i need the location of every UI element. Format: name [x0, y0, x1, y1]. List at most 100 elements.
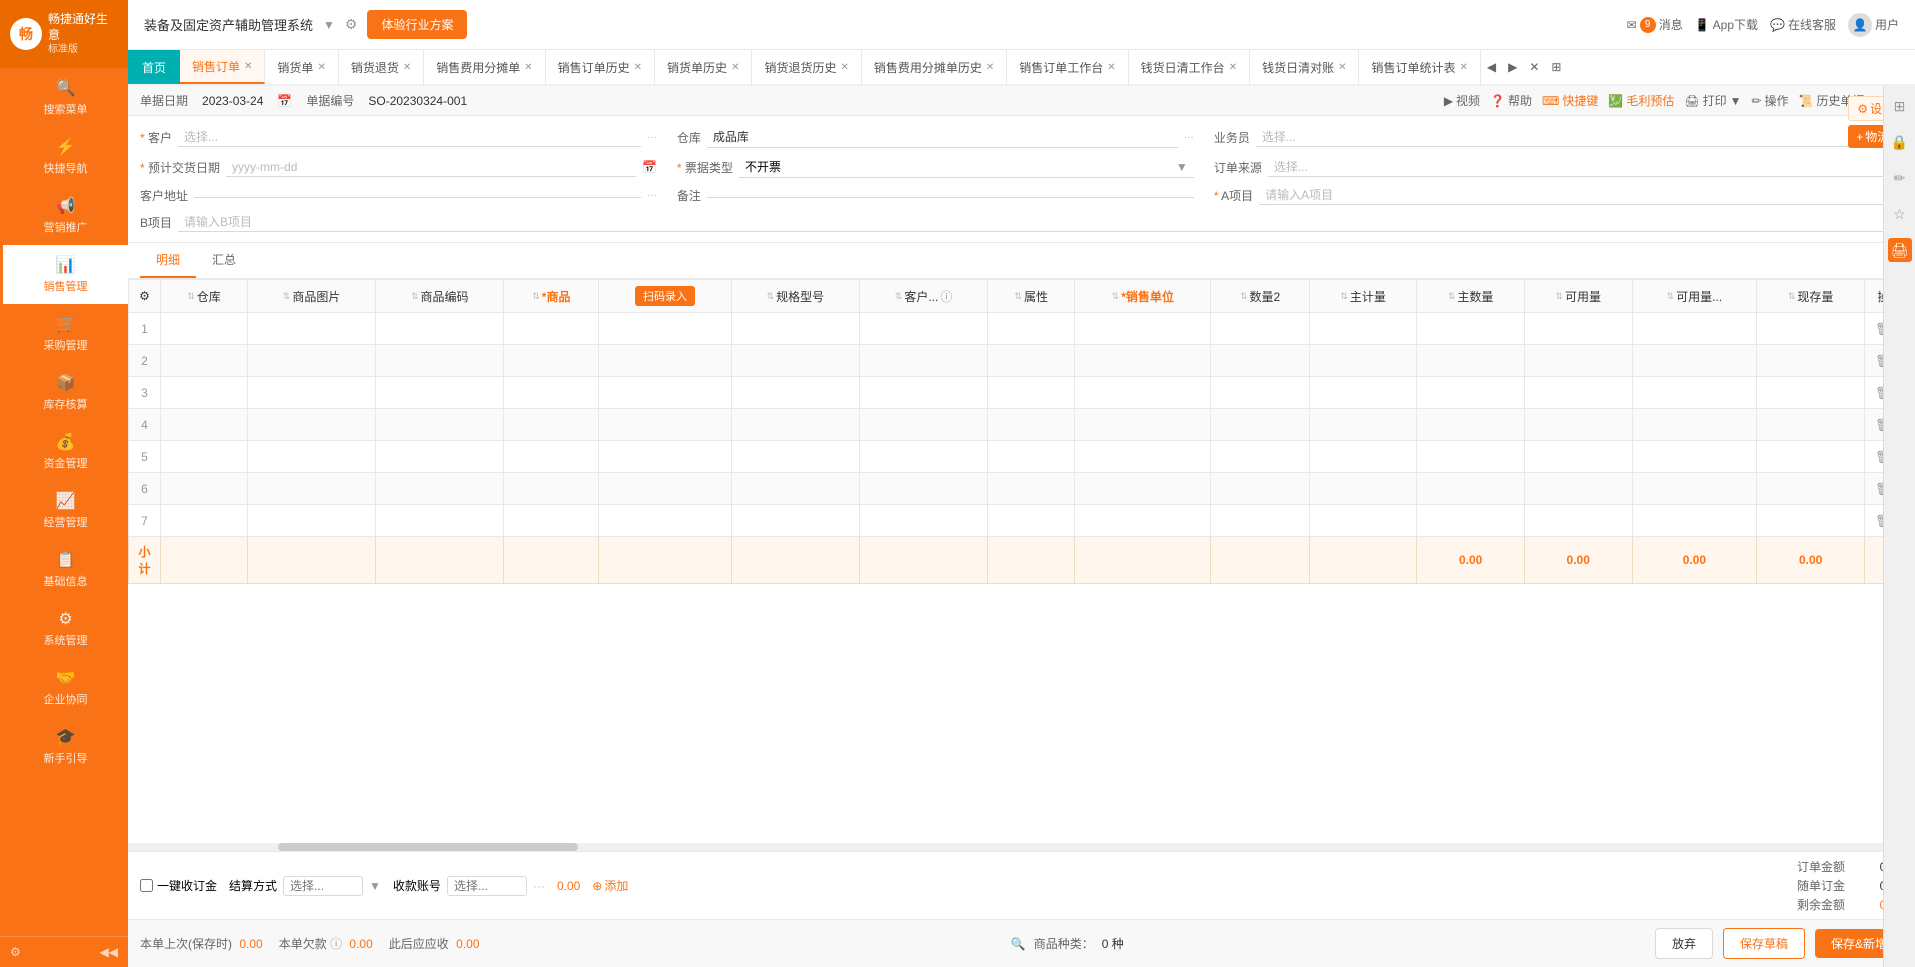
view-btn[interactable]: ▶ 视频	[1444, 92, 1480, 109]
order-source-input[interactable]	[1268, 158, 1887, 177]
cell-sales-unit[interactable]	[1075, 345, 1211, 377]
tab-close-cash-reconcile[interactable]: ✕	[1338, 62, 1346, 73]
right-panel-lock-icon[interactable]: 🔒	[1888, 130, 1912, 154]
cell-attributes[interactable]	[988, 345, 1075, 377]
cell-customer-code[interactable]	[859, 377, 987, 409]
cell-attributes[interactable]	[988, 441, 1075, 473]
cell-spec[interactable]	[731, 409, 859, 441]
cell-attributes[interactable]	[988, 409, 1075, 441]
cell-main-quantity[interactable]	[1417, 441, 1525, 473]
dropdown-icon[interactable]: ▼	[323, 18, 335, 32]
cell-product-image[interactable]	[247, 441, 375, 473]
cell-warehouse[interactable]	[161, 409, 248, 441]
payment-method-input[interactable]	[283, 876, 363, 896]
tab-close-fee-history[interactable]: ✕	[986, 62, 994, 73]
cell-customer-code[interactable]	[859, 409, 987, 441]
add-payment-btn[interactable]: ⊕ 添加	[592, 877, 628, 894]
sidebar-item-search[interactable]: 🔍 搜索菜单	[0, 68, 128, 127]
cell-spec[interactable]	[731, 377, 859, 409]
cell-attributes[interactable]	[988, 505, 1075, 537]
sidebar-item-sales[interactable]: 📊 销售管理	[0, 245, 128, 304]
tab-home[interactable]: 首页	[128, 50, 180, 84]
print-btn[interactable]: 🖨 打印 ▼	[1684, 92, 1741, 109]
right-panel-star-icon[interactable]: ☆	[1888, 202, 1912, 226]
cell-product-code[interactable]	[376, 441, 504, 473]
tab-sales-refund[interactable]: 销货退货 ✕	[339, 50, 424, 84]
cell-attributes[interactable]	[988, 473, 1075, 505]
cell-main-unit[interactable]	[1309, 473, 1417, 505]
right-panel-grid-icon[interactable]: ⊞	[1888, 94, 1912, 118]
message-icon-area[interactable]: ✉ 9 消息	[1627, 16, 1683, 33]
cell-main-quantity[interactable]	[1417, 473, 1525, 505]
cell-available-more[interactable]	[1632, 345, 1757, 377]
tab-sales-refund-history[interactable]: 销货退货历史 ✕	[752, 50, 861, 84]
cell-available-qty[interactable]	[1524, 505, 1632, 537]
scan-button[interactable]: 扫码录入	[635, 286, 695, 306]
cell-main-unit[interactable]	[1309, 345, 1417, 377]
cell-product-code[interactable]	[376, 313, 504, 345]
cell-product-image[interactable]	[247, 345, 375, 377]
form-tab-detail[interactable]: 明细	[140, 243, 196, 278]
one-click-checkbox[interactable]	[140, 879, 153, 892]
cell-available-more[interactable]	[1632, 377, 1757, 409]
account-input[interactable]	[447, 876, 527, 896]
customer-input[interactable]	[178, 128, 641, 147]
tab-cash-reconcile[interactable]: 钱货日清对账 ✕	[1250, 50, 1359, 84]
tab-sales-order[interactable]: 销售订单 ✕	[180, 50, 265, 84]
salesperson-input[interactable]	[1256, 128, 1887, 147]
cell-main-unit[interactable]	[1309, 441, 1417, 473]
cell-current-stock[interactable]	[1757, 345, 1865, 377]
tab-expand-btn[interactable]: ⊞	[1545, 50, 1567, 84]
invoice-dropdown-icon[interactable]: ▼	[1176, 160, 1188, 174]
cell-warehouse[interactable]	[161, 441, 248, 473]
right-panel-print-icon[interactable]: 🖨	[1888, 238, 1912, 262]
sidebar-item-finance[interactable]: 💰 资金管理	[0, 422, 128, 481]
tab-prev-btn[interactable]: ◀	[1481, 50, 1502, 84]
cell-sales-unit[interactable]	[1075, 505, 1211, 537]
sidebar-item-guide[interactable]: 🎓 新手引导	[0, 717, 128, 776]
cell-customer-code[interactable]	[859, 441, 987, 473]
cell-warehouse[interactable]	[161, 313, 248, 345]
cell-spec[interactable]	[731, 345, 859, 377]
cell-product-name[interactable]	[504, 377, 599, 409]
sidebar-item-purchase[interactable]: 🛒 采购管理	[0, 304, 128, 363]
cell-available-more[interactable]	[1632, 473, 1757, 505]
delivery-date-input[interactable]	[226, 158, 636, 177]
gear-icon[interactable]: ⚙	[139, 289, 150, 303]
address-more-icon[interactable]: ···	[647, 190, 657, 201]
cell-customer-code[interactable]	[859, 505, 987, 537]
cell-quantity2[interactable]	[1211, 377, 1309, 409]
cell-available-qty[interactable]	[1524, 345, 1632, 377]
cell-warehouse[interactable]	[161, 377, 248, 409]
cell-product-image[interactable]	[247, 313, 375, 345]
sidebar-item-operations[interactable]: 📈 经营管理	[0, 481, 128, 540]
tab-close-cash-workbench[interactable]: ✕	[1229, 62, 1237, 73]
cell-quantity2[interactable]	[1211, 345, 1309, 377]
cell-spec[interactable]	[731, 505, 859, 537]
cell-sales-unit[interactable]	[1075, 473, 1211, 505]
tab-close-sales-order[interactable]: ✕	[244, 61, 252, 72]
cell-sales-unit[interactable]	[1075, 313, 1211, 345]
cell-product-image[interactable]	[247, 505, 375, 537]
cell-quantity2[interactable]	[1211, 505, 1309, 537]
payment-dropdown-icon[interactable]: ▼	[369, 879, 381, 893]
th-gear[interactable]: ⚙	[129, 280, 161, 313]
tab-close-refund-history[interactable]: ✕	[840, 62, 848, 73]
cell-available-qty[interactable]	[1524, 409, 1632, 441]
industry-plan-button[interactable]: 体验行业方案	[367, 10, 467, 39]
profit-btn[interactable]: 💹 毛利预估	[1608, 92, 1674, 109]
cell-product-name[interactable]	[504, 313, 599, 345]
cell-available-more[interactable]	[1632, 313, 1757, 345]
customer-more-icon[interactable]: ···	[647, 132, 657, 143]
cell-product-name[interactable]	[504, 345, 599, 377]
operation-btn[interactable]: ✏ 操作	[1751, 92, 1788, 109]
app-download-area[interactable]: 📱 App下载	[1695, 16, 1758, 33]
cell-main-unit[interactable]	[1309, 313, 1417, 345]
tab-sales-stats[interactable]: 销售订单统计表 ✕	[1359, 50, 1480, 84]
cell-current-stock[interactable]	[1757, 377, 1865, 409]
help-btn[interactable]: ❓ 帮助	[1490, 92, 1532, 109]
cell-quantity2[interactable]	[1211, 473, 1309, 505]
cell-available-more[interactable]	[1632, 409, 1757, 441]
sidebar-item-base-info[interactable]: 📋 基础信息	[0, 540, 128, 599]
cell-current-stock[interactable]	[1757, 441, 1865, 473]
